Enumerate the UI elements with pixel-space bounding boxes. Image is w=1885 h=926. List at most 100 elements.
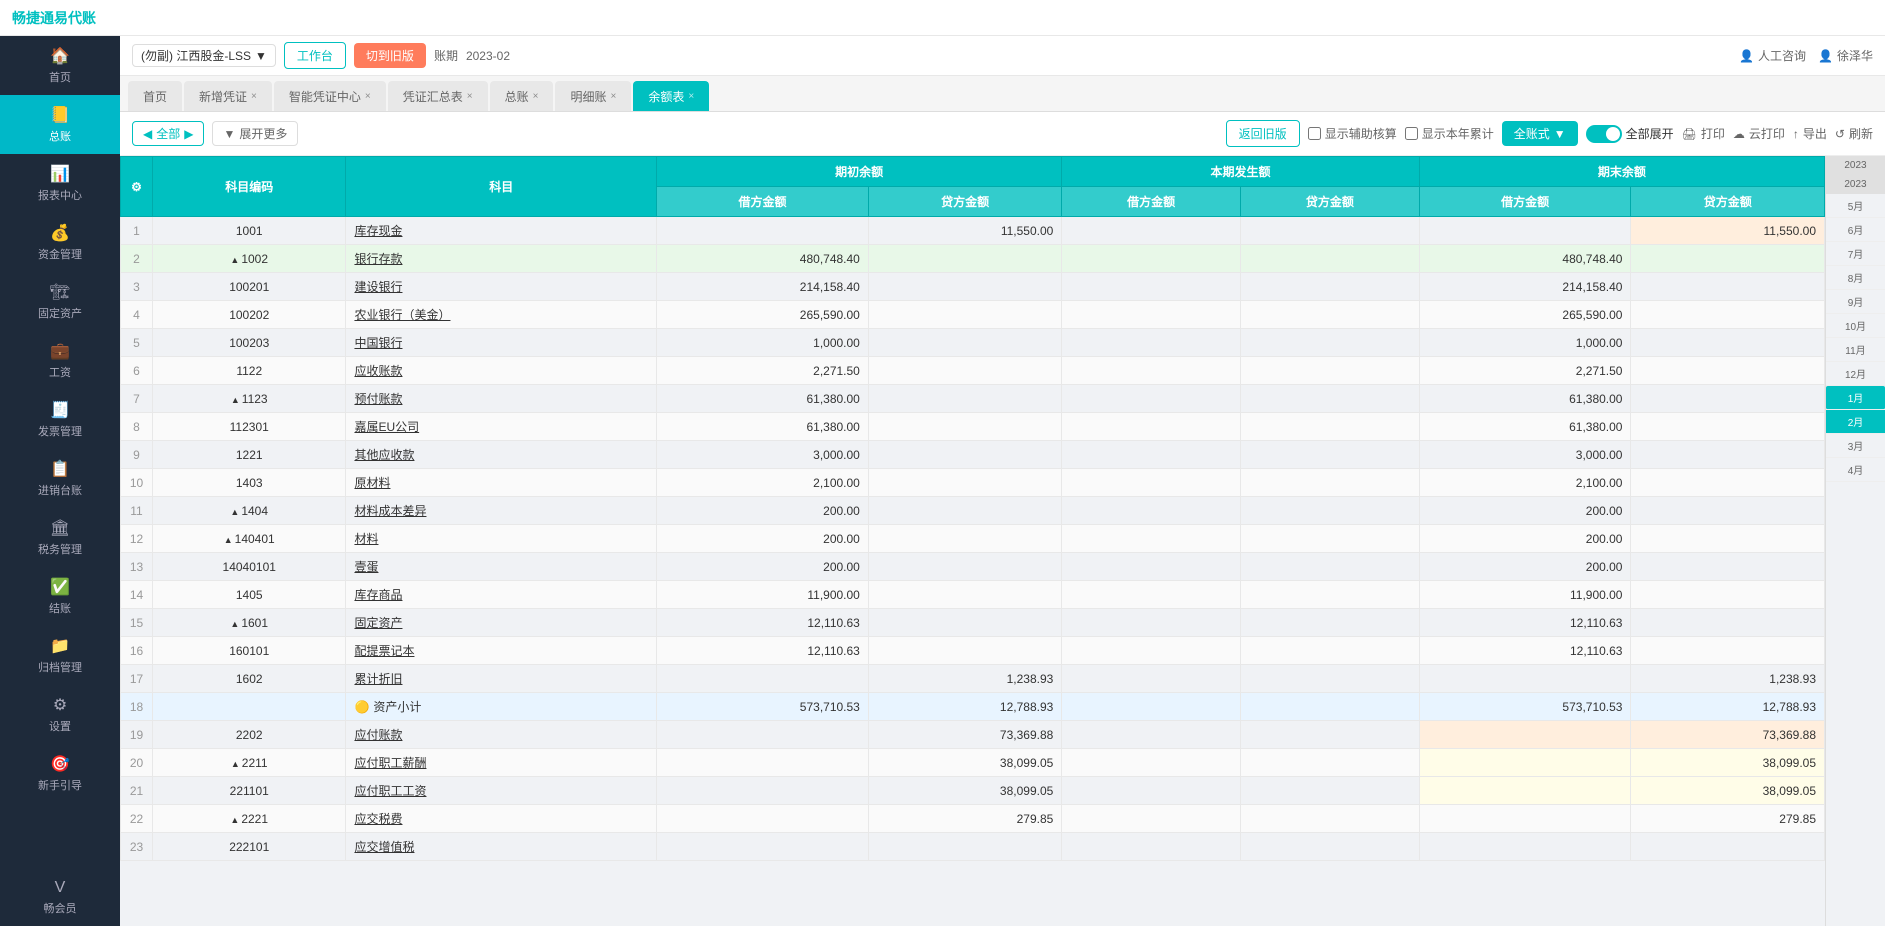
account-code: 100201 <box>153 273 346 301</box>
right-panel-month-3[interactable]: 3月 <box>1826 434 1885 458</box>
right-panel-month-4[interactable]: 4月 <box>1826 458 1885 482</box>
filter-all-button[interactable]: ◀ 全部 ▶ <box>132 121 204 146</box>
account-name[interactable]: 应付职工工资 <box>346 777 657 805</box>
account-name[interactable]: 累计折旧 <box>346 665 657 693</box>
account-name[interactable]: 壹蛋 <box>346 553 657 581</box>
toggle-switch[interactable] <box>1586 125 1622 143</box>
right-panel-month-6[interactable]: 6月 <box>1826 218 1885 242</box>
account-code: 1405 <box>153 581 346 609</box>
right-panel-month-8[interactable]: 8月 <box>1826 266 1885 290</box>
account-name[interactable]: 建设银行 <box>346 273 657 301</box>
tab-new-voucher[interactable]: 新增凭证 × <box>184 81 272 111</box>
tab-close-icon[interactable]: × <box>688 91 694 102</box>
refresh-label: 刷新 <box>1849 125 1873 142</box>
account-name[interactable]: 应付职工薪酬 <box>346 749 657 777</box>
expand-more-button[interactable]: ▼ 展开更多 <box>212 121 298 146</box>
closing-debit: 480,748.40 <box>1419 245 1631 273</box>
right-panel-month-9[interactable]: 9月 <box>1826 290 1885 314</box>
name-column-header: 科目 <box>346 157 657 217</box>
sidebar-item-reports[interactable]: 📊 报表中心 <box>0 154 120 213</box>
current-debit <box>1062 693 1241 721</box>
tab-voucher-summary[interactable]: 凭证汇总表 × <box>388 81 488 111</box>
sidebar-item-purchase-sales[interactable]: 📋 进销台账 <box>0 449 120 508</box>
opening-debit <box>657 805 869 833</box>
account-name[interactable]: 银行存款 <box>346 245 657 273</box>
sidebar-item-archive[interactable]: 📁 归档管理 <box>0 626 120 685</box>
tab-detail-ledger[interactable]: 明细账 × <box>555 81 631 111</box>
sidebar-item-home[interactable]: 🏠 首页 <box>0 36 120 95</box>
sidebar-item-tax[interactable]: 🏛 税务管理 <box>0 508 120 567</box>
tab-label: 余额表 <box>648 88 684 105</box>
right-panel-month-12[interactable]: 12月 <box>1826 362 1885 386</box>
account-name[interactable]: 库存现金 <box>346 217 657 245</box>
sidebar-item-closing[interactable]: ✅ 结账 <box>0 567 120 626</box>
sidebar-item-invoices[interactable]: 🧾 发票管理 <box>0 390 120 449</box>
show-year-total-checkbox[interactable]: 显示本年累计 <box>1405 125 1494 142</box>
account-name[interactable]: 应收账款 <box>346 357 657 385</box>
account-name[interactable]: 材料成本差异 <box>346 497 657 525</box>
sidebar-item-payroll[interactable]: 💼 工资 <box>0 331 120 390</box>
current-credit <box>1241 497 1420 525</box>
current-debit <box>1062 721 1241 749</box>
account-name[interactable]: 嘉属EU公司 <box>346 413 657 441</box>
sidebar-item-label: 畅会员 <box>44 900 77 916</box>
account-name[interactable]: 预付账款 <box>346 385 657 413</box>
account-name[interactable]: 中国银行 <box>346 329 657 357</box>
year-total-checkbox-input[interactable] <box>1405 127 1418 140</box>
table-area[interactable]: ⚙ 科目编码 科目 期初余额 本期发生额 期末余额 借方金额 贷方金额 借方金额 <box>120 156 1825 926</box>
opening-debit-header: 借方金额 <box>657 187 869 217</box>
account-name[interactable]: 原材料 <box>346 469 657 497</box>
right-panel-month-5[interactable]: 5月 <box>1826 194 1885 218</box>
tab-close-icon[interactable]: × <box>251 91 257 102</box>
account-name[interactable]: 库存商品 <box>346 581 657 609</box>
account-code: 2202 <box>153 721 346 749</box>
current-debit <box>1062 385 1241 413</box>
refresh-button[interactable]: ↺ 刷新 <box>1835 125 1873 142</box>
sidebar-item-settings[interactable]: ⚙ 设置 <box>0 685 120 744</box>
sidebar-item-member[interactable]: V 畅会员 <box>0 869 120 926</box>
sidebar-item-fixed-assets[interactable]: 🏗 固定资产 <box>0 272 120 331</box>
tab-balance-sheet[interactable]: 余额表 × <box>633 81 709 111</box>
switch-button[interactable]: 切到旧版 <box>354 43 426 68</box>
company-selector[interactable]: (勿副) 江西股金-LSS ▼ <box>132 44 276 67</box>
fullstyle-button[interactable]: 全账式 ▼ <box>1502 121 1578 146</box>
account-name[interactable]: 材料 <box>346 525 657 553</box>
consult-button[interactable]: 👤 人工咨询 <box>1739 47 1806 64</box>
right-panel-month-10[interactable]: 10月 <box>1826 314 1885 338</box>
account-name[interactable]: 应交税费 <box>346 805 657 833</box>
sidebar-item-funds[interactable]: 💰 资金管理 <box>0 213 120 272</box>
closing-credit <box>1631 413 1825 441</box>
account-name[interactable]: 配提票记本 <box>346 637 657 665</box>
cloud-print-button[interactable]: ☁ 云打印 <box>1733 125 1785 142</box>
sidebar-item-ledger[interactable]: 📒 总账 <box>0 95 120 154</box>
show-auxiliary-label: 显示辅助核算 <box>1325 125 1397 142</box>
tab-smart-voucher[interactable]: 智能凭证中心 × <box>274 81 386 111</box>
tab-close-icon[interactable]: × <box>467 91 473 102</box>
account-name[interactable]: 应交增值税 <box>346 833 657 861</box>
right-panel-month-7[interactable]: 7月 <box>1826 242 1885 266</box>
closing-credit: 279.85 <box>1631 805 1825 833</box>
current-credit <box>1241 665 1420 693</box>
right-panel-month-2[interactable]: 2月 <box>1826 410 1885 434</box>
expand-icon: ▲ <box>231 395 240 405</box>
tab-close-icon[interactable]: × <box>610 91 616 102</box>
print-button[interactable]: 🖨 打印 <box>1682 125 1725 142</box>
account-name[interactable]: 其他应收款 <box>346 441 657 469</box>
sidebar-item-guide[interactable]: 🎯 新手引导 <box>0 744 120 803</box>
workbench-button[interactable]: 工作台 <box>284 42 346 69</box>
return-old-button[interactable]: 返回旧版 <box>1226 120 1300 147</box>
account-name[interactable]: 应付账款 <box>346 721 657 749</box>
export-button[interactable]: ↑ 导出 <box>1793 125 1827 142</box>
expand-all-toggle[interactable]: 全部展开 <box>1586 125 1674 143</box>
right-panel-month-11[interactable]: 11月 <box>1826 338 1885 362</box>
show-auxiliary-checkbox[interactable]: 显示辅助核算 <box>1308 125 1397 142</box>
right-panel-month-1[interactable]: 1月 <box>1826 386 1885 410</box>
tab-close-icon[interactable]: × <box>533 91 539 102</box>
auxiliary-checkbox-input[interactable] <box>1308 127 1321 140</box>
account-name[interactable]: 固定资产 <box>346 609 657 637</box>
account-name[interactable]: 农业银行（美金） <box>346 301 657 329</box>
closing-credit: 73,369.88 <box>1631 721 1825 749</box>
tab-close-icon[interactable]: × <box>365 91 371 102</box>
tab-home[interactable]: 首页 <box>128 81 182 111</box>
tab-general-ledger[interactable]: 总账 × <box>490 81 554 111</box>
